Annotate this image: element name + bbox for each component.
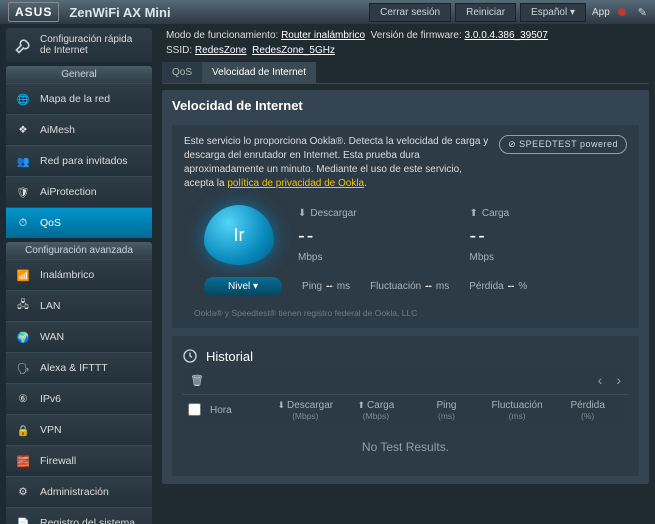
- tab-qos[interactable]: QoS: [162, 62, 202, 83]
- history-prev-button[interactable]: ‹: [598, 372, 603, 388]
- ipv6-icon: ⑥: [14, 390, 32, 408]
- quick-setup-label: Configuración rápida de Internet: [40, 34, 144, 56]
- speedometer-icon: ⏱: [14, 214, 32, 232]
- firmware-link[interactable]: 3.0.0.4.386_39507: [465, 30, 548, 41]
- vpn-icon: 🔒: [14, 421, 32, 439]
- shield-icon: 🛡: [14, 183, 32, 201]
- sidebar-item-admin[interactable]: ⚙Administración: [6, 476, 152, 507]
- upload-arrow-icon: ⬆: [470, 208, 478, 219]
- mode-link[interactable]: Router inalámbrico: [281, 30, 365, 41]
- alexa-icon: 🗣: [14, 359, 32, 377]
- language-select[interactable]: Español ▾: [520, 3, 586, 22]
- sidebar-item-qos[interactable]: ⏱QoS: [6, 207, 152, 238]
- general-section-title: General: [6, 66, 152, 83]
- quick-internet-setup[interactable]: Configuración rápida de Internet: [6, 28, 152, 62]
- ookla-privacy-link[interactable]: política de privacidad de Ookla: [227, 178, 364, 189]
- brand-logo: ASUS: [8, 2, 59, 22]
- upload-value: --: [470, 225, 618, 248]
- logout-button[interactable]: Cerrar sesión: [369, 3, 451, 22]
- sidebar-item-wireless[interactable]: 📶Inalámbrico: [6, 259, 152, 290]
- loss-metric: Pérdida -- %: [469, 281, 527, 292]
- sidebar-item-guest-network[interactable]: 👥Red para invitados: [6, 145, 152, 176]
- model-name: ZenWiFi AX Mini: [69, 5, 365, 20]
- sidebar-item-alexa[interactable]: 🗣Alexa & IFTTT: [6, 352, 152, 383]
- globe-icon: 🌐: [14, 90, 32, 108]
- log-icon: 📄: [14, 514, 32, 524]
- speed-panel: Velocidad de Internet Este servicio lo p…: [162, 90, 649, 484]
- main-content: Modo de funcionamiento: Router inalámbri…: [156, 24, 655, 524]
- wan-icon: 🌍: [14, 328, 32, 346]
- download-arrow-icon: ⬇: [298, 208, 306, 219]
- sidebar-item-network-map[interactable]: 🌐Mapa de la red: [6, 83, 152, 114]
- sidebar-item-firewall[interactable]: 🧱Firewall: [6, 445, 152, 476]
- app-link[interactable]: App: [592, 7, 610, 18]
- jitter-metric: Fluctuación -- ms: [370, 281, 449, 292]
- reboot-button[interactable]: Reiniciar: [455, 3, 516, 22]
- sidebar-item-syslog[interactable]: 📄Registro del sistema: [6, 507, 152, 524]
- sidebar-item-wan[interactable]: 🌍WAN: [6, 321, 152, 352]
- description-text: Este servicio lo proporciona Ookla®. Det…: [184, 135, 489, 191]
- go-button[interactable]: Ir: [204, 205, 274, 265]
- top-bar: ASUS ZenWiFi AX Mini Cerrar sesión Reini…: [0, 0, 655, 24]
- download-value: --: [298, 225, 446, 248]
- mode-info: Modo de funcionamiento: Router inalámbri…: [162, 28, 649, 43]
- wifi-icon: 📶: [14, 266, 32, 284]
- upload-metric: ⬆Carga -- Mbps: [470, 208, 618, 263]
- no-results-text: No Test Results.: [182, 426, 629, 468]
- advanced-section-title: Configuración avanzada: [6, 242, 152, 259]
- delete-history-button[interactable]: 🗑: [190, 374, 204, 387]
- ookla-footnote: Ookla® y Speedtest® tienen registro fede…: [184, 306, 627, 318]
- ping-metric: Ping -- ms: [302, 281, 350, 292]
- sidebar-item-ipv6[interactable]: ⑥IPv6: [6, 383, 152, 414]
- sidebar: Configuración rápida de Internet General…: [0, 24, 156, 524]
- sidebar-item-vpn[interactable]: 🔒VPN: [6, 414, 152, 445]
- speedtest-card: Este servicio lo proporciona Ookla®. Det…: [172, 125, 639, 328]
- lan-icon: 🖧: [14, 297, 32, 315]
- tab-internet-speed[interactable]: Velocidad de Internet: [202, 62, 316, 83]
- notification-dot-icon: [618, 8, 626, 16]
- admin-icon: ⚙: [14, 483, 32, 501]
- history-title: Historial: [206, 349, 253, 364]
- select-all-checkbox[interactable]: [188, 403, 201, 416]
- feedback-icon[interactable]: ✎: [638, 6, 647, 19]
- history-header-row: Hora ⬇Descargar(Mbps) ⬆Carga(Mbps) Ping(…: [182, 394, 629, 426]
- mesh-icon: ❖: [14, 121, 32, 139]
- sidebar-item-aimesh[interactable]: ❖AiMesh: [6, 114, 152, 145]
- sidebar-item-aiprotection[interactable]: 🛡AiProtection: [6, 176, 152, 207]
- tab-bar: QoS Velocidad de Internet: [162, 62, 649, 84]
- download-metric: ⬇Descargar -- Mbps: [298, 208, 446, 263]
- history-card: Historial 🗑 ‹ › Hora ⬇Descargar(Mbps) ⬆C…: [172, 336, 639, 476]
- ssid-info: SSID: RedesZone RedesZone_5GHz: [162, 43, 649, 58]
- wrench-icon: [14, 35, 34, 55]
- sidebar-item-lan[interactable]: 🖧LAN: [6, 290, 152, 321]
- panel-title: Velocidad de Internet: [172, 98, 639, 117]
- history-next-button[interactable]: ›: [616, 372, 621, 388]
- level-button[interactable]: Nivel ▾: [204, 277, 282, 296]
- guest-icon: 👥: [14, 152, 32, 170]
- speedtest-badge: ⊘ SPEEDTEST powered: [499, 135, 627, 154]
- firewall-icon: 🧱: [14, 452, 32, 470]
- history-icon: [182, 348, 198, 364]
